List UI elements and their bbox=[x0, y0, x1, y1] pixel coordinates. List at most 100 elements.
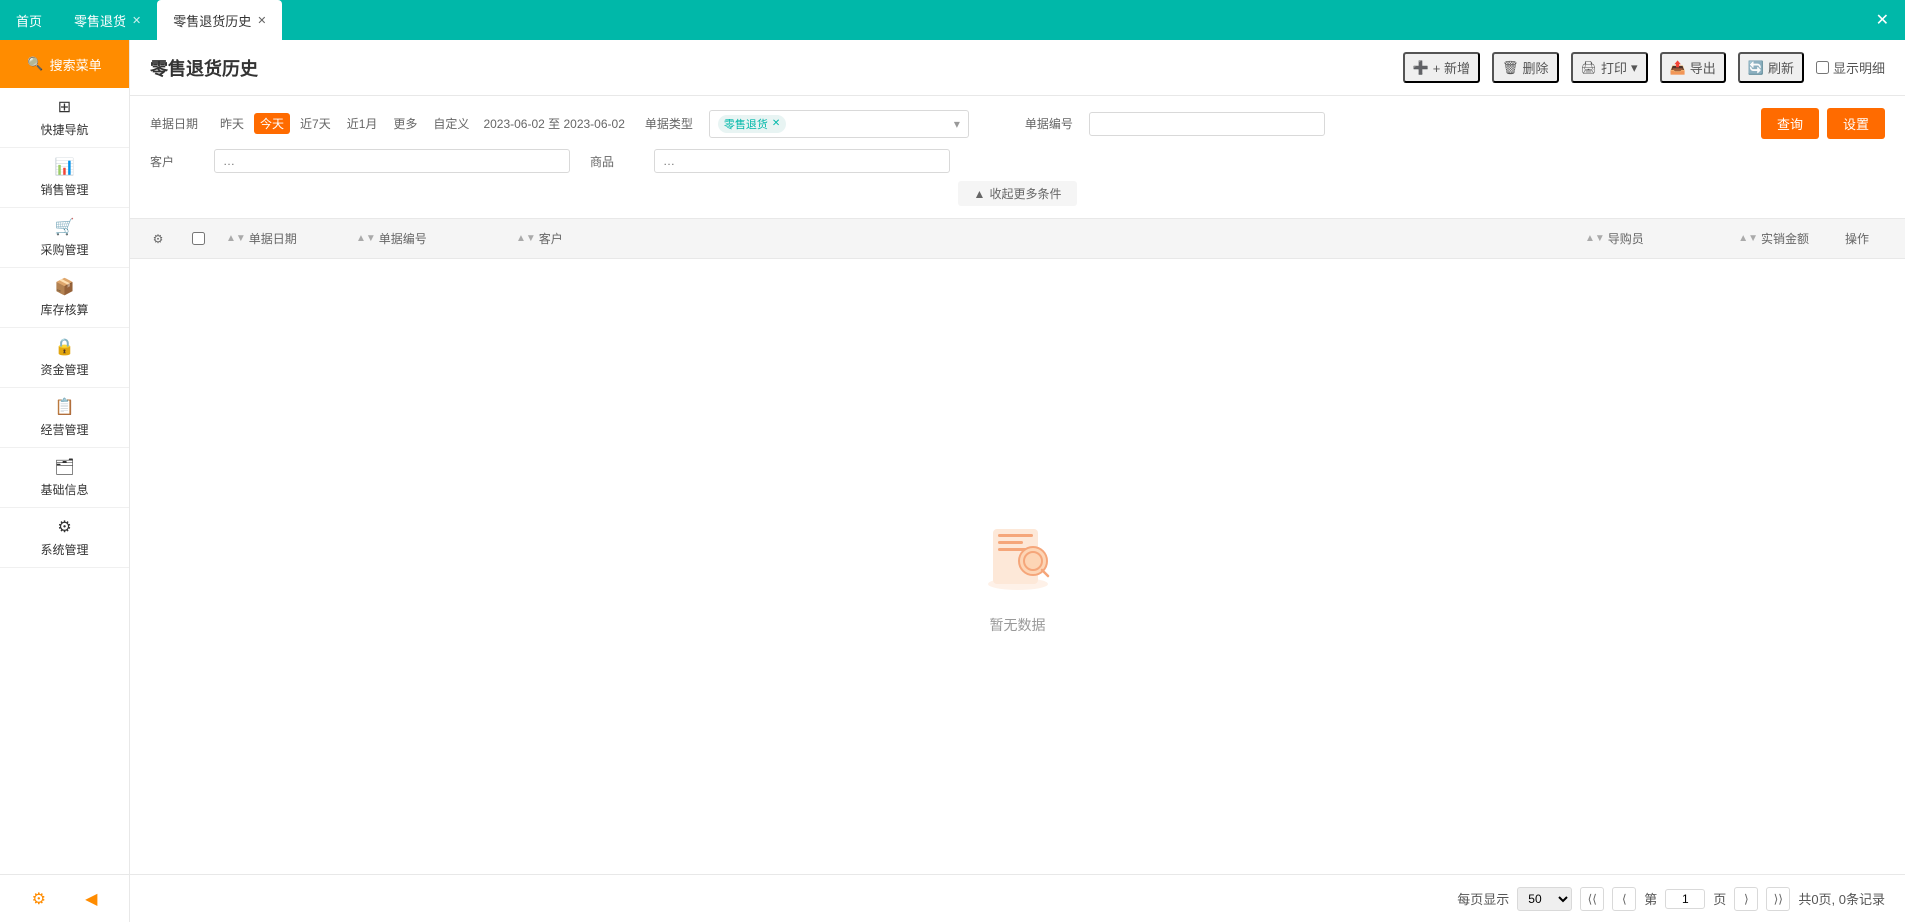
collapse-sidebar-icon[interactable]: ◀ bbox=[85, 889, 97, 909]
column-settings-icon[interactable]: ⚙ bbox=[153, 232, 164, 246]
window-close-icon[interactable]: ✕ bbox=[1876, 10, 1889, 30]
tab-home-label: 首页 bbox=[16, 11, 42, 30]
th-customer[interactable]: ▲▼ 客户 bbox=[508, 230, 1577, 247]
page-prev-btn[interactable]: ⟨ bbox=[1612, 887, 1636, 911]
select-all-checkbox[interactable] bbox=[192, 232, 205, 245]
sidebar-bottom: ⚙ ◀ bbox=[0, 874, 129, 922]
display-checkbox[interactable] bbox=[1816, 61, 1829, 74]
date-today[interactable]: 今天 bbox=[254, 113, 290, 134]
new-icon: ➕ bbox=[1413, 60, 1429, 76]
main-layout: 🔍 搜索菜单 ⊞ 快捷导航 📊 销售管理 🛒 采购管理 📦 库存核算 🔒 bbox=[0, 40, 1905, 922]
th-date-label: 单据日期 bbox=[249, 230, 297, 247]
order-num-input[interactable] bbox=[1089, 112, 1325, 136]
delete-button[interactable]: 🗑 删除 bbox=[1492, 52, 1559, 83]
date-last7[interactable]: 近7天 bbox=[294, 113, 337, 134]
page-next-btn[interactable]: ⟩ bbox=[1734, 887, 1758, 911]
display-toggle[interactable]: 显示明细 bbox=[1816, 58, 1885, 77]
type-tag-close[interactable]: ✕ bbox=[772, 118, 780, 129]
collapse-icon: ▲ bbox=[974, 187, 986, 201]
date-last1m[interactable]: 近1月 bbox=[341, 113, 384, 134]
sidebar-item-operations[interactable]: 📋 经营管理 bbox=[0, 388, 129, 448]
sidebar-item-purchase-mgmt-label: 采购管理 bbox=[40, 241, 88, 258]
tab-retail-return[interactable]: 零售退货 ✕ bbox=[58, 0, 157, 40]
page-label: 第 bbox=[1644, 889, 1657, 908]
sidebar-search-label: 搜索菜单 bbox=[50, 55, 102, 74]
refresh-icon: 🔄 bbox=[1748, 60, 1764, 76]
customer-input[interactable] bbox=[214, 149, 570, 173]
table-area: ⚙ ▲▼ 单据日期 ▲▼ 单据编号 ▲▼ 客户 ▲▼ bbox=[130, 219, 1905, 922]
type-select[interactable]: 零售退货 ✕ ▾ bbox=[709, 110, 969, 138]
settings-bottom-icon[interactable]: ⚙ bbox=[32, 889, 46, 909]
sidebar-item-sys-mgmt[interactable]: ⚙ 系统管理 bbox=[0, 508, 129, 568]
new-button[interactable]: ➕ + 新增 bbox=[1403, 52, 1480, 83]
date-options: 昨天 今天 近7天 近1月 更多 自定义 2023-06-02 至 2023-0… bbox=[214, 113, 625, 134]
tab-retail-return-close[interactable]: ✕ bbox=[132, 14, 141, 27]
tab-home[interactable]: 首页 bbox=[0, 0, 58, 40]
operations-icon: 📋 bbox=[55, 397, 75, 417]
content-area: 零售退货历史 ➕ + 新增 🗑 删除 🖨 打印 ▾ 📤 导出 bbox=[130, 40, 1905, 922]
sort-amount-icon: ▲▼ bbox=[1738, 234, 1758, 244]
inventory-icon: 📦 bbox=[55, 277, 75, 297]
pagination-bar: 每页显示 50 20 100 ⟨⟨ ⟨ 第 页 ⟩ ⟩⟩ 共0页, 0条记录 bbox=[130, 874, 1905, 922]
page-title: 零售退货历史 bbox=[150, 55, 258, 81]
sidebar-item-base-info[interactable]: 🗂 基础信息 bbox=[0, 448, 129, 508]
date-yesterday[interactable]: 昨天 bbox=[214, 113, 250, 134]
finance-icon: 🔒 bbox=[55, 337, 75, 357]
goods-label: 商品 bbox=[590, 153, 646, 170]
th-order-num[interactable]: ▲▼ 单据编号 bbox=[348, 230, 508, 247]
type-label: 单据类型 bbox=[645, 115, 701, 132]
th-guide[interactable]: ▲▼ 导购员 bbox=[1577, 230, 1697, 247]
date-range-value: 2023-06-02 至 2023-06-02 bbox=[483, 115, 624, 132]
export-button[interactable]: 📤 导出 bbox=[1660, 52, 1726, 83]
total-info: 共0页, 0条记录 bbox=[1798, 889, 1885, 908]
sidebar-nav: ⊞ 快捷导航 📊 销售管理 🛒 采购管理 📦 库存核算 🔒 资金管理 📋 bbox=[0, 88, 129, 874]
tab-retail-return-history[interactable]: 零售退货历史 ✕ bbox=[157, 0, 282, 40]
sort-customer-icon: ▲▼ bbox=[516, 234, 536, 244]
per-page-select[interactable]: 50 20 100 bbox=[1517, 887, 1572, 911]
print-dropdown-icon: ▾ bbox=[1631, 60, 1638, 76]
filter-row-1: 单据日期 昨天 今天 近7天 近1月 更多 自定义 2023-06-02 至 2… bbox=[150, 108, 1885, 139]
empty-text: 暂无数据 bbox=[990, 615, 1046, 635]
sales-mgmt-icon: 📊 bbox=[55, 157, 75, 177]
th-checkbox[interactable] bbox=[178, 232, 218, 245]
collapse-label: 收起更多条件 bbox=[989, 185, 1061, 202]
sidebar-item-purchase-mgmt[interactable]: 🛒 采购管理 bbox=[0, 208, 129, 268]
sidebar-item-finance-label: 资金管理 bbox=[40, 361, 88, 378]
refresh-label: 刷新 bbox=[1768, 58, 1794, 77]
settings-button[interactable]: 设置 bbox=[1827, 108, 1885, 139]
print-button[interactable]: 🖨 打印 ▾ bbox=[1571, 52, 1648, 83]
collapse-button[interactable]: ▲ 收起更多条件 bbox=[958, 181, 1078, 206]
date-more[interactable]: 更多 bbox=[387, 113, 423, 134]
sidebar-item-inventory[interactable]: 📦 库存核算 bbox=[0, 268, 129, 328]
page-last-btn[interactable]: ⟩⟩ bbox=[1766, 887, 1790, 911]
filter-goods: 商品 bbox=[590, 149, 950, 173]
th-settings[interactable]: ⚙ bbox=[138, 232, 178, 246]
type-tag-label: 零售退货 bbox=[724, 116, 768, 132]
th-amount[interactable]: ▲▼ 实销金额 bbox=[1697, 230, 1817, 247]
table-header: ⚙ ▲▼ 单据日期 ▲▼ 单据编号 ▲▼ 客户 ▲▼ bbox=[130, 219, 1905, 259]
th-operation-label: 操作 bbox=[1845, 230, 1869, 247]
sidebar-item-quick-nav[interactable]: ⊞ 快捷导航 bbox=[0, 88, 129, 148]
empty-state: 暂无数据 bbox=[130, 259, 1905, 874]
type-tag: 零售退货 ✕ bbox=[718, 115, 786, 133]
sidebar-item-sys-mgmt-label: 系统管理 bbox=[40, 541, 88, 558]
query-button[interactable]: 查询 bbox=[1761, 108, 1819, 139]
page-first-btn[interactable]: ⟨⟨ bbox=[1580, 887, 1604, 911]
type-dropdown-icon: ▾ bbox=[954, 117, 960, 131]
page-input[interactable] bbox=[1665, 889, 1705, 909]
sidebar-item-sales-mgmt[interactable]: 📊 销售管理 bbox=[0, 148, 129, 208]
header-actions: ➕ + 新增 🗑 删除 🖨 打印 ▾ 📤 导出 🔄 bbox=[1403, 52, 1885, 83]
refresh-button[interactable]: 🔄 刷新 bbox=[1738, 52, 1804, 83]
tab-retail-return-history-close[interactable]: ✕ bbox=[257, 14, 266, 27]
date-custom[interactable]: 自定义 bbox=[427, 113, 475, 134]
th-guide-label: 导购员 bbox=[1608, 230, 1644, 247]
sort-order-icon: ▲▼ bbox=[356, 234, 376, 244]
new-label: + 新增 bbox=[1433, 58, 1470, 77]
purchase-mgmt-icon: 🛒 bbox=[55, 217, 75, 237]
th-date[interactable]: ▲▼ 单据日期 bbox=[218, 230, 348, 247]
sidebar-search[interactable]: 🔍 搜索菜单 bbox=[0, 40, 129, 88]
order-num-label: 单据编号 bbox=[1025, 115, 1081, 132]
export-label: 导出 bbox=[1690, 58, 1716, 77]
sidebar-item-finance[interactable]: 🔒 资金管理 bbox=[0, 328, 129, 388]
goods-input[interactable] bbox=[654, 149, 950, 173]
